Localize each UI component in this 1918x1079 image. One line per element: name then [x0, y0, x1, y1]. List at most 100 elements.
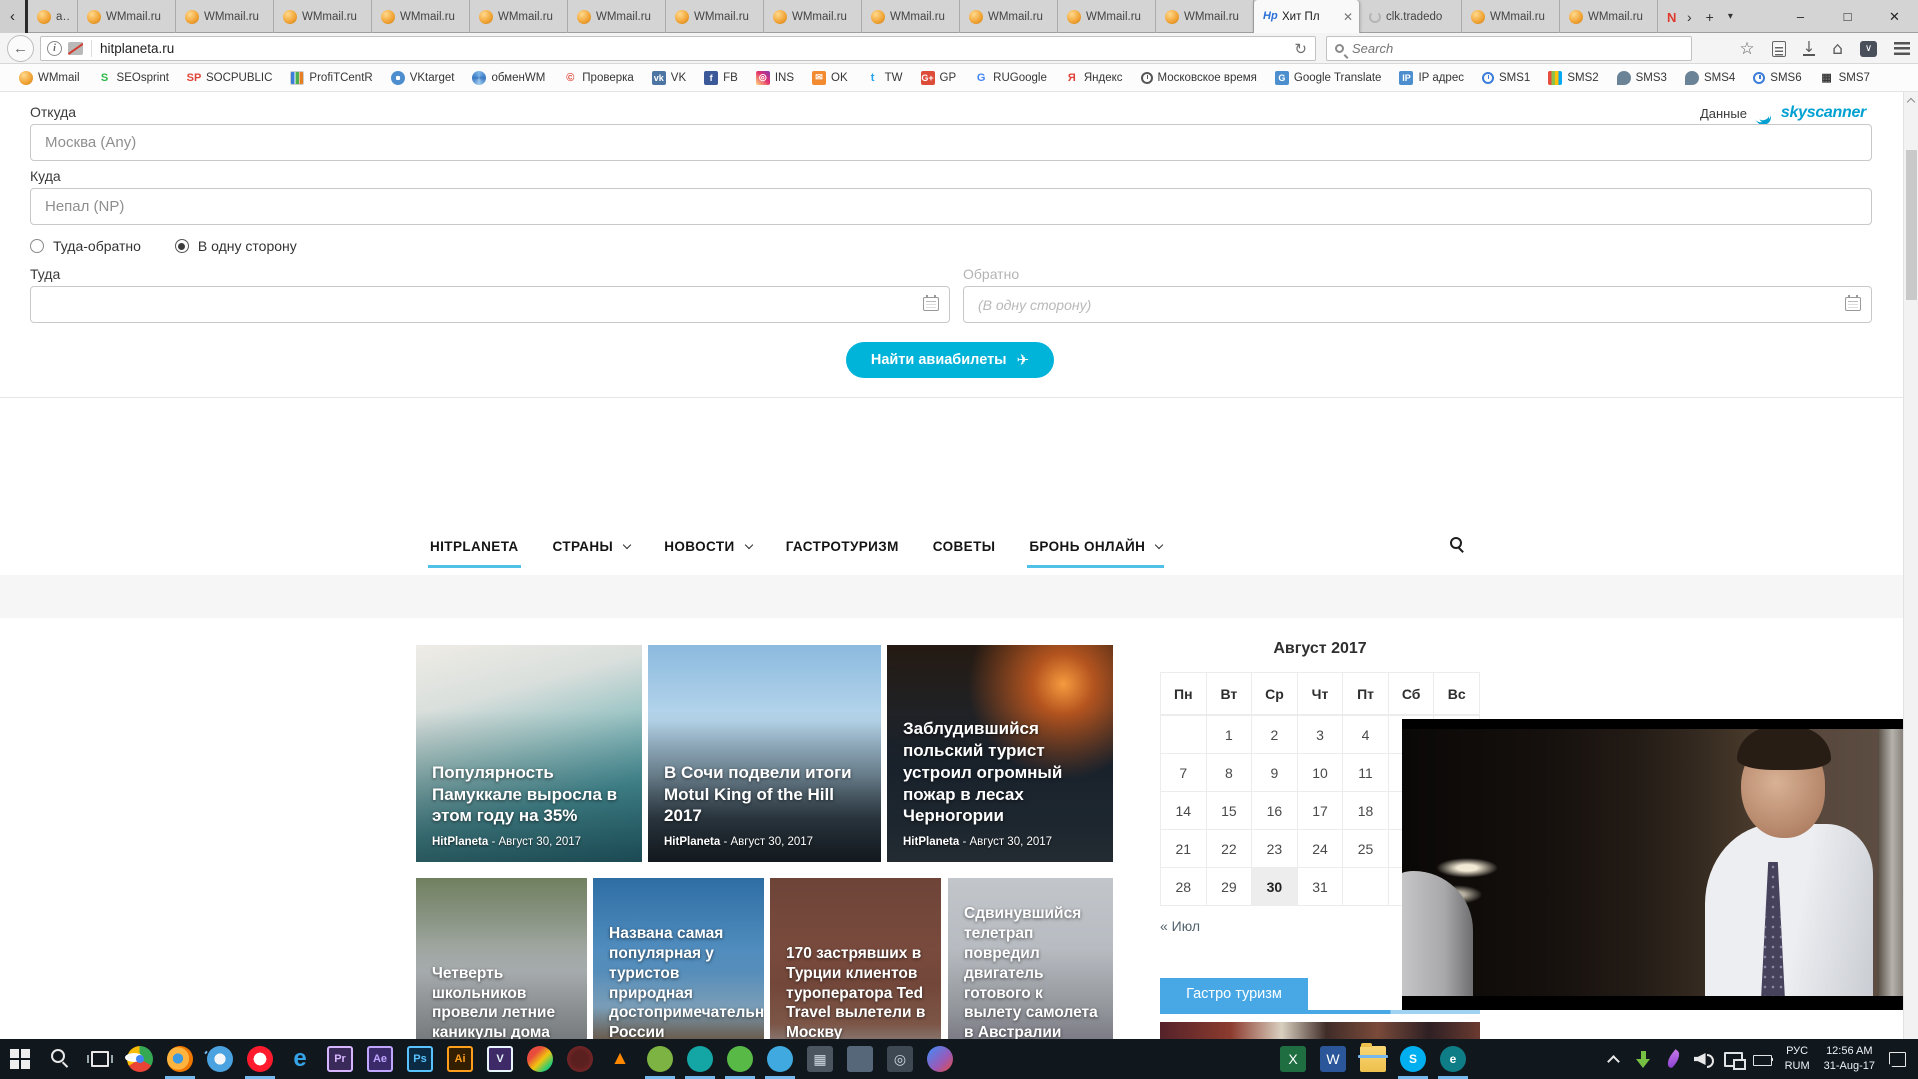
calendar-day-cell[interactable]: 8 [1206, 754, 1253, 792]
calendar-day-cell[interactable] [1343, 868, 1389, 906]
gp[interactable]: G+ GP [912, 64, 966, 91]
гастротуризм[interactable]: ГАСТРОТУРИЗМ [784, 525, 901, 568]
browser-tab[interactable]: WMmail.ru [1462, 0, 1560, 33]
calendar-day-cell[interactable]: 15 [1206, 792, 1253, 830]
firefox[interactable] [165, 1046, 195, 1079]
calendar-day-cell[interactable]: 30 [1252, 868, 1298, 906]
app-green[interactable] [725, 1046, 755, 1079]
clock[interactable]: 12:56 AM 31-Aug-17 [1824, 1044, 1875, 1074]
calendar-day-cell[interactable]: 21 [1161, 830, 1207, 868]
browser-tab[interactable]: WMmail.ru [960, 0, 1058, 33]
find-flights-button[interactable]: Найти авиабилеты ✈ [846, 342, 1054, 378]
oneway-radio[interactable]: В одну сторону [174, 238, 297, 254]
tray-download-icon[interactable] [1631, 1046, 1655, 1072]
search-input[interactable] [1352, 41, 1683, 56]
sms6[interactable]: SMS6 [1744, 64, 1810, 91]
close-button[interactable]: ✕ [1871, 0, 1918, 33]
app-teal[interactable] [685, 1046, 715, 1079]
browser-tab[interactable]: WMmail.ru [862, 0, 960, 33]
photoshop[interactable]: Ps [407, 1046, 433, 1072]
browser-tab[interactable]: WMmail.ru [1560, 0, 1658, 33]
calendar-day-cell[interactable]: 9 [1252, 754, 1298, 792]
downloads-icon[interactable]: ↓ [1802, 40, 1816, 56]
bookmark-star-icon[interactable]: ☆ [1739, 39, 1754, 59]
address-bar[interactable]: i hitplaneta.ru ↻ [40, 36, 1316, 61]
hitplaneta[interactable]: HITPLANETA [428, 525, 521, 568]
sms1[interactable]: SMS1 [1473, 64, 1539, 91]
pocket-icon[interactable]: ∨ [1860, 40, 1877, 57]
sms3[interactable]: SMS3 [1608, 64, 1676, 91]
menu-icon[interactable] [1894, 42, 1910, 55]
radio-selected-icon[interactable] [174, 239, 189, 253]
browser-tab[interactable]: ail.ru [28, 0, 78, 33]
московское-время[interactable]: Московское время [1132, 64, 1266, 91]
обменwm[interactable]: обменWM [463, 64, 554, 91]
browser-tab[interactable]: WMmail.ru [764, 0, 862, 33]
task-view-button[interactable] [87, 1046, 113, 1072]
google-translate[interactable]: G Google Translate [1266, 64, 1391, 91]
browser-tab[interactable]: WMmail.ru [470, 0, 568, 33]
calendar-day-cell[interactable]: 7 [1161, 754, 1207, 792]
file-explorer[interactable] [1358, 1043, 1388, 1072]
app-dark-red[interactable] [567, 1046, 593, 1072]
battery-icon[interactable] [1751, 1046, 1775, 1072]
page-scrollbar[interactable] [1903, 92, 1918, 1039]
calendar-day-cell[interactable]: 17 [1297, 792, 1344, 830]
camera[interactable]: ◎ [887, 1046, 913, 1072]
scroll-tabs-right-button[interactable]: › [1680, 9, 1699, 25]
sms4[interactable]: SMS4 [1676, 64, 1744, 91]
calendar-icon[interactable] [1845, 295, 1861, 311]
rugoogle[interactable]: G RUGoogle [965, 64, 1056, 91]
app-steel[interactable] [847, 1046, 873, 1072]
edge[interactable]: e [287, 1045, 313, 1072]
gastro-article-image[interactable] [1160, 1022, 1480, 1039]
советы[interactable]: СОВЕТЫ [931, 525, 998, 568]
tab-close-icon[interactable]: ✕ [1343, 10, 1353, 24]
search-button[interactable] [47, 1046, 73, 1072]
depart-date-input[interactable] [30, 286, 950, 323]
eset[interactable]: e [1438, 1046, 1468, 1079]
browser-tab[interactable]: WMmail.ru [274, 0, 372, 33]
seosprint[interactable]: S SEOsprint [89, 64, 178, 91]
calendar-day-cell[interactable]: 11 [1343, 754, 1389, 792]
sms2[interactable]: SMS2 [1539, 64, 1607, 91]
ip-адрес[interactable]: IP IP адрес [1390, 64, 1473, 91]
browser-tab[interactable]: clk.tradedo [1360, 0, 1462, 33]
calendar-day-cell[interactable]: 10 [1297, 754, 1344, 792]
calendar-day-cell[interactable]: 28 [1161, 868, 1207, 906]
video-overlay[interactable] [1402, 719, 1903, 1010]
site-search-icon[interactable] [1450, 537, 1466, 553]
chrome[interactable] [125, 1046, 153, 1072]
roundtrip-radio[interactable]: Туда-обратно [30, 238, 141, 254]
scroll-up-icon[interactable] [1906, 97, 1916, 107]
browser-tab[interactable] [1658, 0, 1680, 33]
calendar-day-cell[interactable]: 25 [1343, 830, 1389, 868]
vktarget[interactable]: VKtarget [382, 64, 464, 91]
language-indicator[interactable]: РУС RUM [1785, 1044, 1810, 1074]
calendar-day-cell[interactable]: 16 [1252, 792, 1298, 830]
action-center-icon[interactable] [1885, 1046, 1909, 1072]
site-info-icon[interactable]: i [47, 41, 62, 56]
skype[interactable]: S [1398, 1046, 1428, 1079]
ok[interactable]: ✉ OK [803, 64, 857, 91]
minimize-button[interactable]: – [1777, 0, 1824, 33]
tw[interactable]: t TW [857, 64, 912, 91]
ins[interactable]: ◎ INS [747, 64, 803, 91]
reading-list-icon[interactable] [1771, 40, 1786, 57]
calendar-day-cell[interactable]: 24 [1297, 830, 1344, 868]
browser-tab[interactable]: WMmail.ru [568, 0, 666, 33]
after-effects[interactable]: Ae [367, 1046, 393, 1072]
article-card[interactable]: 170 застрявших в Турции клиентов туропер… [770, 878, 941, 1039]
android-emulator[interactable] [645, 1046, 675, 1079]
radio-icon[interactable] [30, 239, 44, 253]
excel[interactable]: X [1280, 1046, 1306, 1072]
list-all-tabs-button[interactable]: ▾ [1721, 11, 1740, 22]
illustrator[interactable]: Ai [447, 1046, 473, 1072]
проверка[interactable]: © Проверка [554, 64, 643, 91]
calendar-day-cell[interactable]: 23 [1252, 830, 1298, 868]
browser-tab[interactable]: WMmail.ru [78, 0, 176, 33]
scrollbar-thumb[interactable] [1906, 150, 1917, 300]
profitcentr[interactable]: ProfiTCentR [281, 64, 381, 91]
url-text[interactable]: hitplaneta.ru [100, 41, 1292, 56]
article-card[interactable]: Названа самая популярная у туристов прир… [593, 878, 764, 1039]
